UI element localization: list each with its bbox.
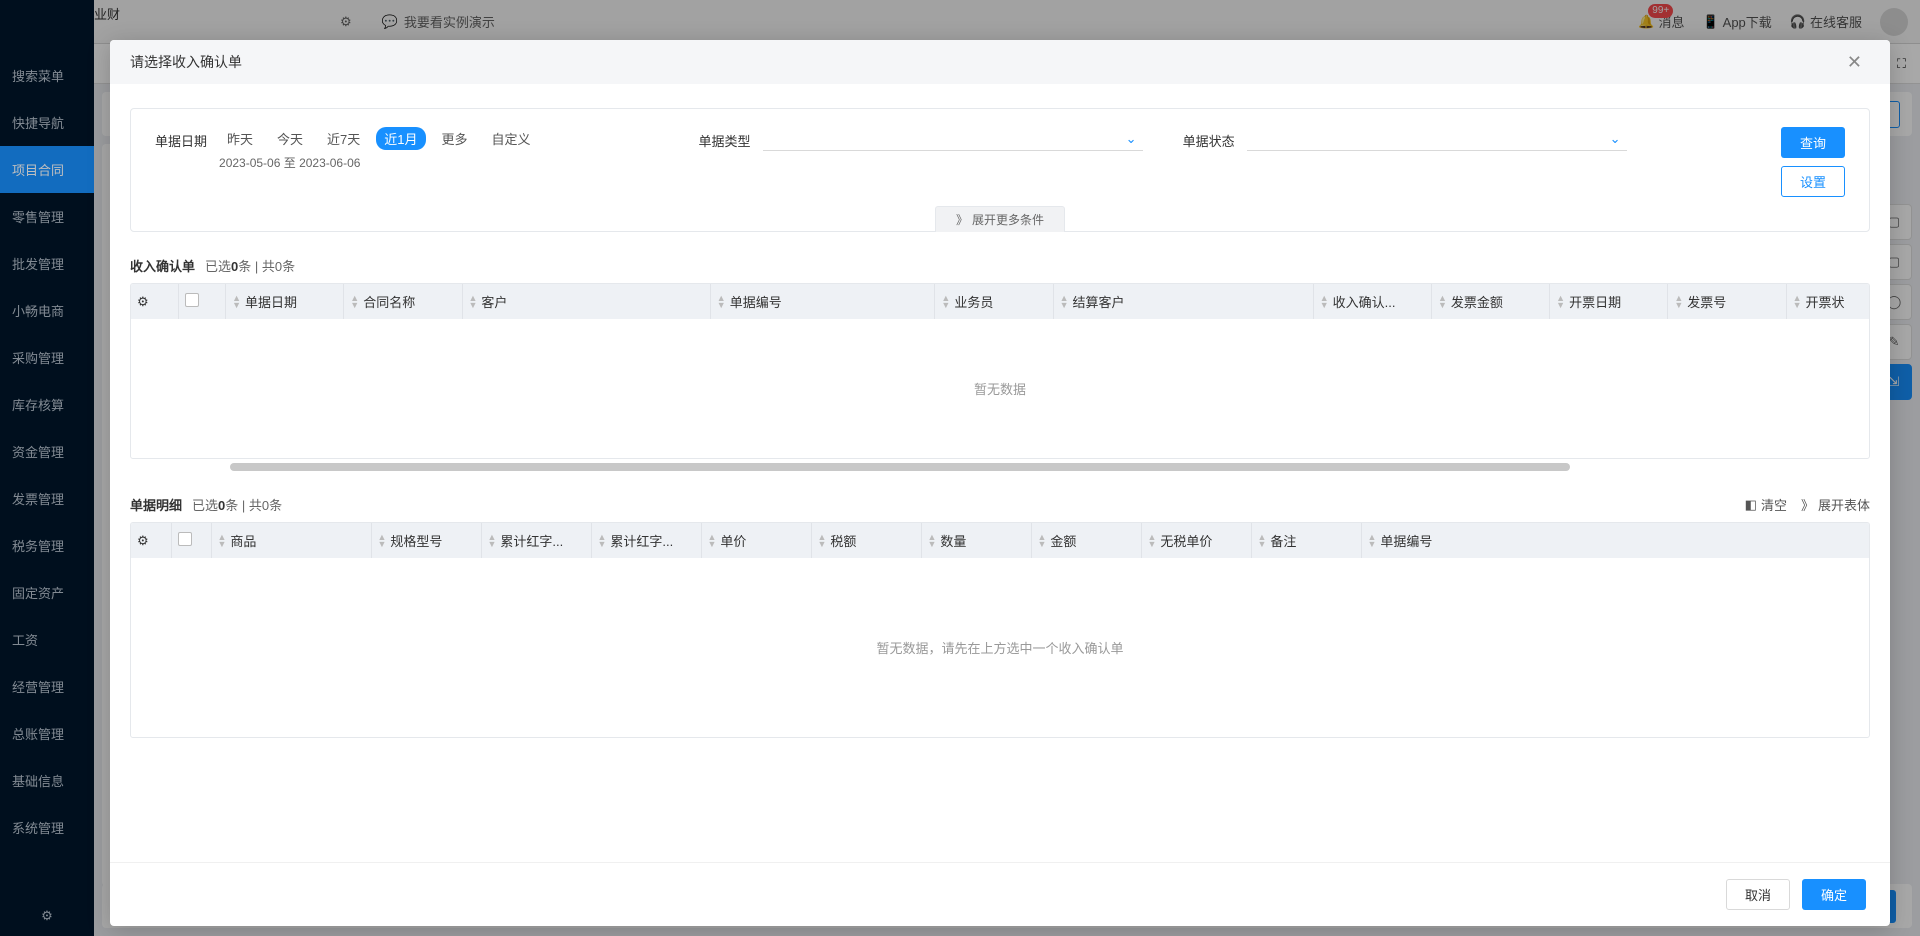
column-header[interactable]: ▲▼数量 xyxy=(921,523,1031,558)
confirm-button[interactable]: 确定 xyxy=(1802,879,1866,910)
section2-empty: 暂无数据，请先在上方选中一个收入确认单 xyxy=(131,558,1869,737)
double-chevron-down-icon: 》 xyxy=(1801,495,1814,514)
column-header[interactable]: ▲▼累计红字... xyxy=(481,523,591,558)
sort-icon: ▲▼ xyxy=(378,534,387,548)
sort-icon: ▲▼ xyxy=(1320,295,1329,309)
modal-footer: 取消 确定 xyxy=(110,862,1890,926)
filter-date-label: 单据日期 xyxy=(155,127,207,150)
section2-table: ⚙▲▼商品▲▼规格型号▲▼累计红字...▲▼累计红字...▲▼单价▲▼税额▲▼数… xyxy=(130,522,1870,738)
section1-hscroll[interactable] xyxy=(130,463,1870,473)
eraser-icon: ◧ xyxy=(1745,497,1757,513)
date-tab-5[interactable]: 自定义 xyxy=(484,127,539,150)
filter-date-group: 单据日期 昨天今天近7天近1月更多自定义 2023-05-06 至 2023-0… xyxy=(155,127,539,171)
sort-icon: ▲▼ xyxy=(1674,295,1683,309)
query-button[interactable]: 查询 xyxy=(1781,127,1845,158)
column-header[interactable]: ▲▼备注 xyxy=(1251,523,1361,558)
gear-column-icon[interactable]: ⚙ xyxy=(131,284,178,319)
column-header[interactable]: ▲▼发票号 xyxy=(1668,284,1786,319)
sort-icon: ▲▼ xyxy=(1438,295,1447,309)
date-tab-2[interactable]: 近7天 xyxy=(319,127,368,150)
filter-status-label: 单据状态 xyxy=(1183,127,1235,150)
column-header[interactable]: ▲▼客户 xyxy=(462,284,710,319)
close-icon[interactable]: ✕ xyxy=(1839,48,1870,77)
section2-title: 单据明细 xyxy=(130,495,182,514)
sort-icon: ▲▼ xyxy=(941,295,950,309)
sort-icon: ▲▼ xyxy=(1038,534,1047,548)
date-tab-3[interactable]: 近1月 xyxy=(376,127,425,150)
expand-more-button[interactable]: 》 展开更多条件 xyxy=(935,206,1065,232)
modal-title: 请选择收入确认单 xyxy=(130,52,242,72)
column-header[interactable]: ▲▼单据日期 xyxy=(226,284,344,319)
filter-type-select[interactable] xyxy=(763,127,1143,151)
double-chevron-down-icon: 》 xyxy=(956,211,968,228)
select-all-checkbox[interactable] xyxy=(171,523,211,558)
column-header[interactable]: ▲▼商品 xyxy=(211,523,371,558)
sort-icon: ▲▼ xyxy=(218,534,227,548)
column-header[interactable]: ▲▼单价 xyxy=(701,523,811,558)
column-header[interactable]: ▲▼业务员 xyxy=(935,284,1053,319)
sort-icon: ▲▼ xyxy=(1556,295,1565,309)
modal-select-income-confirm: 请选择收入确认单 ✕ 单据日期 昨天今天近7天近1月更多自定义 2023-05-… xyxy=(110,40,1890,926)
filter-settings-button[interactable]: 设置 xyxy=(1781,166,1845,197)
cancel-button[interactable]: 取消 xyxy=(1726,879,1790,910)
sort-icon: ▲▼ xyxy=(232,295,241,309)
column-header[interactable]: ▲▼单据编号 xyxy=(710,284,935,319)
column-header[interactable]: ▲▼结算客户 xyxy=(1053,284,1313,319)
sort-icon: ▲▼ xyxy=(469,295,478,309)
clear-button[interactable]: ◧清空 xyxy=(1745,495,1787,514)
column-header[interactable]: ▲▼收入确认... xyxy=(1313,284,1431,319)
column-header[interactable]: ▲▼规格型号 xyxy=(371,523,481,558)
sort-icon: ▲▼ xyxy=(1148,534,1157,548)
sort-icon: ▲▼ xyxy=(1060,295,1069,309)
section1-empty: 暂无数据 xyxy=(131,319,1869,458)
section1-table: ⚙ ▲▼单据日期▲▼合同名称▲▼客户▲▼单据编号▲▼业务员▲▼结算客户▲▼收入确认… xyxy=(130,283,1870,459)
sort-icon: ▲▼ xyxy=(1258,534,1267,548)
sort-icon: ▲▼ xyxy=(717,295,726,309)
section1-meta: 已选0条 | 共0条 xyxy=(205,256,295,275)
select-all-checkbox[interactable] xyxy=(178,284,225,319)
modal-header: 请选择收入确认单 ✕ xyxy=(110,40,1890,84)
section2-meta: 已选0条 | 共0条 xyxy=(192,495,282,514)
column-header[interactable]: ▲▼金额 xyxy=(1031,523,1141,558)
gear-column-icon[interactable]: ⚙ xyxy=(131,523,171,558)
filter-panel: 单据日期 昨天今天近7天近1月更多自定义 2023-05-06 至 2023-0… xyxy=(130,108,1870,232)
column-header[interactable]: ▲▼发票金额 xyxy=(1431,284,1549,319)
sort-icon: ▲▼ xyxy=(598,534,607,548)
section1-header: 收入确认单 已选0条 | 共0条 xyxy=(130,256,1870,275)
filter-type-label: 单据类型 xyxy=(699,127,751,150)
section2-header: 单据明细 已选0条 | 共0条 ◧清空 》展开表体 xyxy=(130,495,1870,514)
date-range: 2023-05-06 至 2023-06-06 xyxy=(219,154,539,171)
date-tab-4[interactable]: 更多 xyxy=(434,127,476,150)
sort-icon: ▲▼ xyxy=(1368,534,1377,548)
sort-icon: ▲▼ xyxy=(488,534,497,548)
column-header[interactable]: ▲▼开票状 xyxy=(1786,284,1869,319)
date-tabs: 昨天今天近7天近1月更多自定义 xyxy=(219,127,539,150)
sort-icon: ▲▼ xyxy=(708,534,717,548)
filter-status-select[interactable] xyxy=(1247,127,1627,151)
expand-body-button[interactable]: 》展开表体 xyxy=(1801,495,1870,514)
column-header[interactable]: ▲▼合同名称 xyxy=(344,284,462,319)
column-header[interactable]: ▲▼单据编号 xyxy=(1361,523,1869,558)
sort-icon: ▲▼ xyxy=(1793,295,1802,309)
sort-icon: ▲▼ xyxy=(818,534,827,548)
date-tab-0[interactable]: 昨天 xyxy=(219,127,261,150)
sort-icon: ▲▼ xyxy=(350,295,359,309)
section1-title: 收入确认单 xyxy=(130,256,195,275)
date-tab-1[interactable]: 今天 xyxy=(269,127,311,150)
column-header[interactable]: ▲▼累计红字... xyxy=(591,523,701,558)
column-header[interactable]: ▲▼无税单价 xyxy=(1141,523,1251,558)
column-header[interactable]: ▲▼税额 xyxy=(811,523,921,558)
column-header[interactable]: ▲▼开票日期 xyxy=(1550,284,1668,319)
sort-icon: ▲▼ xyxy=(928,534,937,548)
